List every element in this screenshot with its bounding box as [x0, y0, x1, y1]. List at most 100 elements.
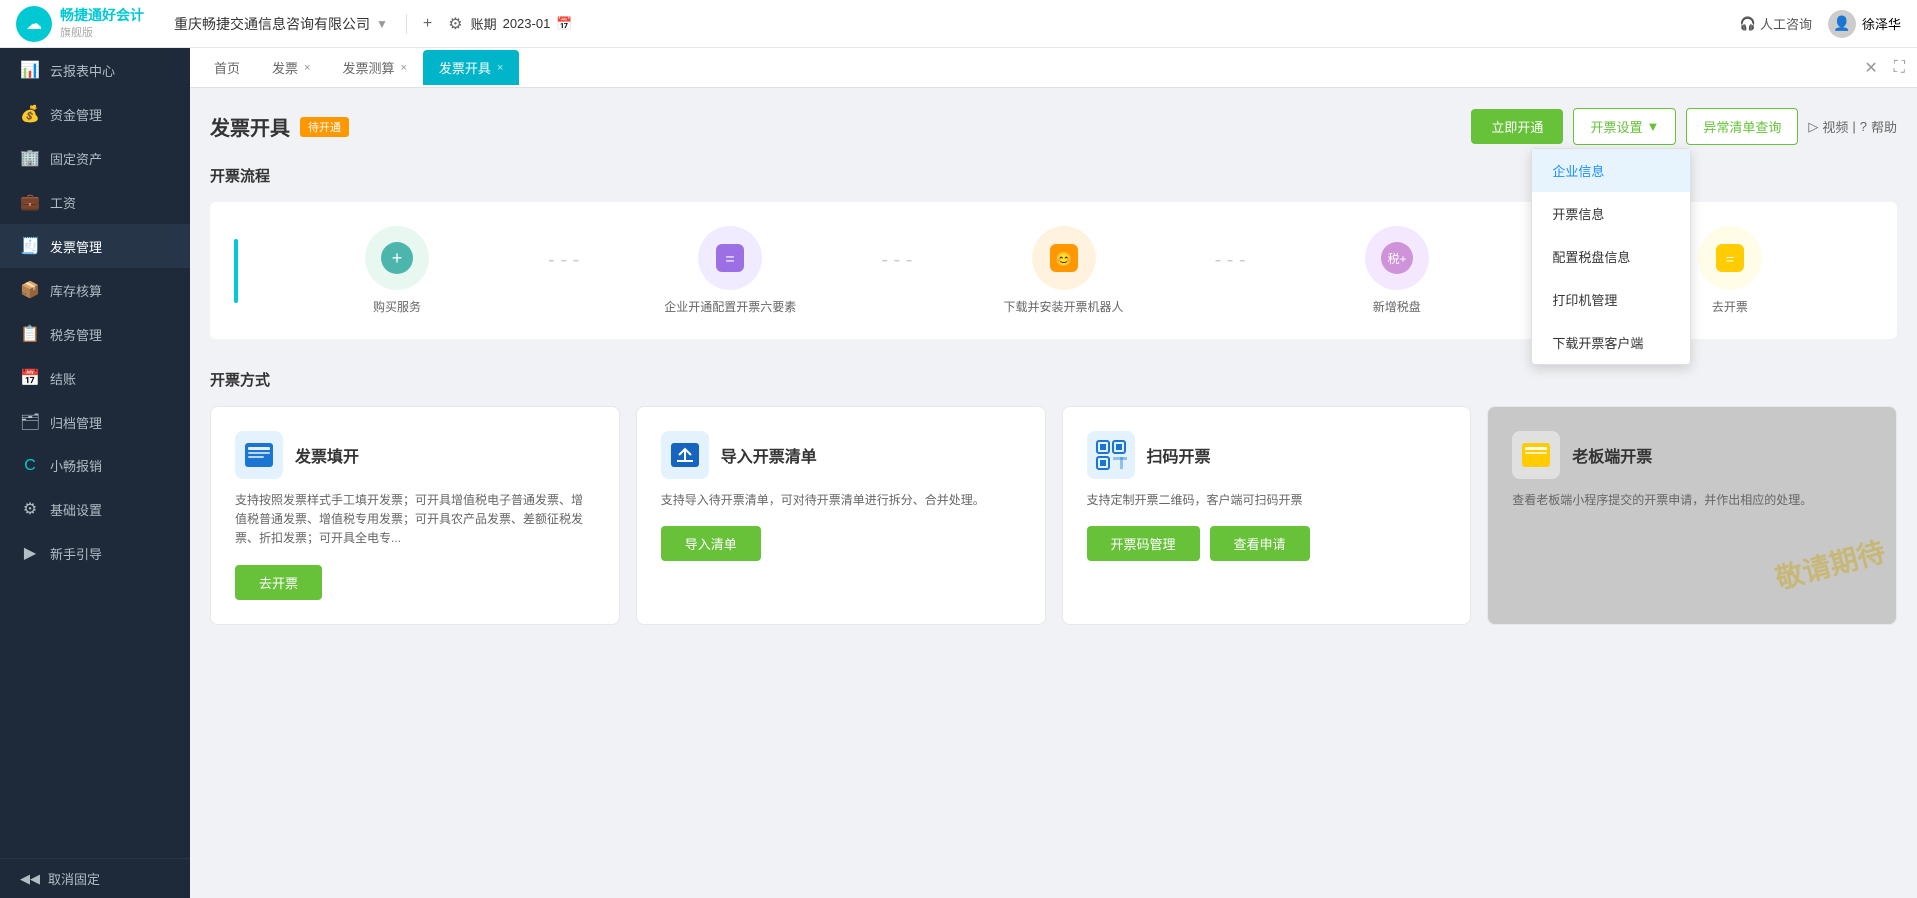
- sidebar-item-report[interactable]: C 小畅报销: [0, 444, 190, 487]
- top-right-area: 🎧 人工咨询 👤 徐泽华: [1740, 10, 1901, 38]
- header-actions: 立即开通 开票设置 ▼ 异常清单查询 ▷ 视频 | ? 帮助: [1471, 108, 1897, 145]
- process-step-config: = 企业开通配置开票六要素: [587, 226, 873, 315]
- tab-invoice-close[interactable]: ×: [304, 62, 310, 74]
- abnormal-list-button[interactable]: 异常清单查询: [1686, 108, 1798, 145]
- help-area: ▷ 视频 | ? 帮助: [1808, 117, 1897, 136]
- dropdown-item-printer[interactable]: 打印机管理: [1532, 278, 1690, 321]
- scan-desc: 支持定制开票二维码，客户端可扫码开票: [1087, 491, 1447, 510]
- import-header: 导入开票清单: [661, 431, 1021, 479]
- sidebar-label-fund: 资金管理: [50, 105, 102, 124]
- settings-chevron-icon: ▼: [1646, 119, 1659, 134]
- scan-qrcode-button[interactable]: 开票码管理: [1087, 526, 1200, 561]
- play-icon[interactable]: ▷: [1808, 119, 1818, 135]
- user-area[interactable]: 👤 徐泽华: [1828, 10, 1901, 38]
- methods-section: 开票方式 发票填开 支持按照发票样式手工填开发票；可开具增值税电子普通发票、增值…: [210, 369, 1897, 625]
- scan-view-button[interactable]: 查看申请: [1210, 526, 1310, 561]
- service-button[interactable]: 🎧 人工咨询: [1740, 14, 1812, 33]
- settings-icon[interactable]: ⚙: [440, 10, 470, 38]
- salary-icon: 💼: [20, 192, 40, 212]
- service-label: 人工咨询: [1760, 14, 1812, 33]
- fill-invoice-header: 发票填开: [235, 431, 595, 479]
- scan-icon: [1087, 431, 1135, 479]
- fill-invoice-button[interactable]: 去开票: [235, 565, 322, 600]
- method-card-boss: 老板端开票 查看老板端小程序提交的开票申请，并作出相应的处理。 敬请期待: [1487, 406, 1897, 625]
- close-window-button[interactable]: ✕: [1860, 54, 1881, 82]
- invoice-icon: 🧾: [20, 236, 40, 256]
- svg-text:+: +: [392, 248, 403, 268]
- content-area: 首页 发票 × 发票测算 × 发票开具 × ✕ ⛶: [190, 48, 1917, 898]
- method-card-import: 导入开票清单 支持导入待开票清单，可对待开票清单进行拆分、合并处理。 导入清单: [636, 406, 1046, 625]
- tab-home[interactable]: 首页: [198, 50, 256, 85]
- video-label: 视频: [1822, 117, 1848, 136]
- sidebar-item-fund[interactable]: 💰 资金管理: [0, 92, 190, 136]
- top-bar: ☁ 畅捷通好会计 旗舰版 重庆畅捷交通信息咨询有限公司 ▼ + ⚙ 账期 202…: [0, 0, 1917, 48]
- headset-icon: 🎧: [1740, 16, 1756, 32]
- period-value: 2023-01: [503, 16, 551, 31]
- sidebar-label-tax: 税务管理: [50, 325, 102, 344]
- dropdown-item-invoice-info[interactable]: 开票信息: [1532, 192, 1690, 235]
- fixed-assets-icon: 🏢: [20, 148, 40, 168]
- process-icon-buy: +: [365, 226, 429, 290]
- topbar-divider: [406, 14, 407, 34]
- sidebar-item-salary[interactable]: 💼 工资: [0, 180, 190, 224]
- process-icon-config: =: [698, 226, 762, 290]
- tab-window-controls: ✕ ⛶: [1860, 54, 1909, 82]
- settings-dropdown-button[interactable]: 开票设置 ▼: [1573, 108, 1676, 145]
- company-selector[interactable]: 重庆畅捷交通信息咨询有限公司 ▼: [164, 10, 398, 38]
- page-header: 发票开具 待开通 立即开通 开票设置 ▼ 异常清单查询 ▷ 视频: [210, 108, 1897, 145]
- dropdown-item-company-info[interactable]: 企业信息: [1532, 149, 1690, 192]
- dropdown-item-tax-config[interactable]: 配置税盘信息: [1532, 235, 1690, 278]
- sidebar-item-fixed-assets[interactable]: 🏢 固定资产: [0, 136, 190, 180]
- process-icon-tax: 税+: [1365, 226, 1429, 290]
- activate-button[interactable]: 立即开通: [1471, 109, 1563, 144]
- import-desc: 支持导入待开票清单，可对待开票清单进行拆分、合并处理。: [661, 491, 1021, 510]
- sidebar-label-settings: 基础设置: [50, 500, 102, 519]
- process-step-buy: + 购买服务: [254, 226, 540, 315]
- report-icon: C: [20, 457, 40, 475]
- page-title-row: 发票开具 待开通: [210, 112, 349, 141]
- sidebar-item-inventory[interactable]: 📦 库存核算: [0, 268, 190, 312]
- sidebar-label-invoice: 发票管理: [50, 237, 102, 256]
- sidebar-collapse-button[interactable]: ◀◀ 取消固定: [0, 859, 190, 898]
- status-badge: 待开通: [300, 117, 349, 137]
- process-label-config: 企业开通配置开票六要素: [664, 298, 796, 315]
- dropdown-item-download-client[interactable]: 下载开票客户端: [1532, 321, 1690, 364]
- cloud-report-icon: 📊: [20, 60, 40, 80]
- process-arrow-3: - - -: [1215, 249, 1246, 292]
- process-left-bar: [234, 239, 238, 303]
- fill-invoice-desc: 支持按照发票样式手工填开发票；可开具增值税电子普通发票、增值税普通发票、增值税专…: [235, 491, 595, 549]
- help-icon[interactable]: ?: [1860, 119, 1867, 134]
- company-name: 重庆畅捷交通信息咨询有限公司: [174, 14, 370, 34]
- sidebar-item-invoice[interactable]: 🧾 发票管理: [0, 224, 190, 268]
- sidebar-item-guide[interactable]: ▶ 新手引导: [0, 531, 190, 575]
- sidebar-item-cloud-report[interactable]: 📊 云报表中心: [0, 48, 190, 92]
- sidebar-item-settle[interactable]: 📅 结账: [0, 356, 190, 400]
- process-arrow-2: - - -: [881, 249, 912, 292]
- add-company-button[interactable]: +: [415, 11, 440, 37]
- maximize-window-button[interactable]: ⛶: [1890, 55, 1909, 81]
- import-button[interactable]: 导入清单: [661, 526, 761, 561]
- app-container: ☁ 畅捷通好会计 旗舰版 重庆畅捷交通信息咨询有限公司 ▼ + ⚙ 账期 202…: [0, 0, 1917, 898]
- sidebar-item-archive[interactable]: 🗂 归档管理: [0, 400, 190, 444]
- process-label-go-invoice: 去开票: [1712, 298, 1748, 315]
- fill-invoice-title: 发票填开: [295, 443, 359, 467]
- sidebar-item-settings[interactable]: ⚙ 基础设置: [0, 487, 190, 531]
- watermark-text: 敬请期待: [1771, 530, 1890, 598]
- logo-area: ☁ 畅捷通好会计 旗舰版: [16, 6, 144, 42]
- methods-grid: 发票填开 支持按照发票样式手工填开发票；可开具增值税电子普通发票、增值税普通发票…: [210, 406, 1897, 625]
- inventory-icon: 📦: [20, 280, 40, 300]
- avatar: 👤: [1828, 10, 1856, 38]
- help-label: 帮助: [1871, 117, 1897, 136]
- tab-invoice-open-close[interactable]: ×: [497, 62, 503, 74]
- tab-invoice[interactable]: 发票 ×: [256, 50, 326, 85]
- logo-text: 畅捷通好会计: [60, 7, 144, 24]
- sidebar-item-tax[interactable]: 📋 税务管理: [0, 312, 190, 356]
- scan-title: 扫码开票: [1147, 443, 1211, 467]
- process-label-download: 下载并安装开票机器人: [1003, 298, 1123, 315]
- tab-invoice-test-close[interactable]: ×: [400, 62, 406, 74]
- fill-invoice-icon: [235, 431, 283, 479]
- calendar-icon[interactable]: 📅: [556, 16, 572, 32]
- tab-bar: 首页 发票 × 发票测算 × 发票开具 × ✕ ⛶: [190, 48, 1917, 88]
- tab-invoice-open[interactable]: 发票开具 ×: [423, 50, 519, 85]
- tab-invoice-test[interactable]: 发票测算 ×: [326, 50, 422, 85]
